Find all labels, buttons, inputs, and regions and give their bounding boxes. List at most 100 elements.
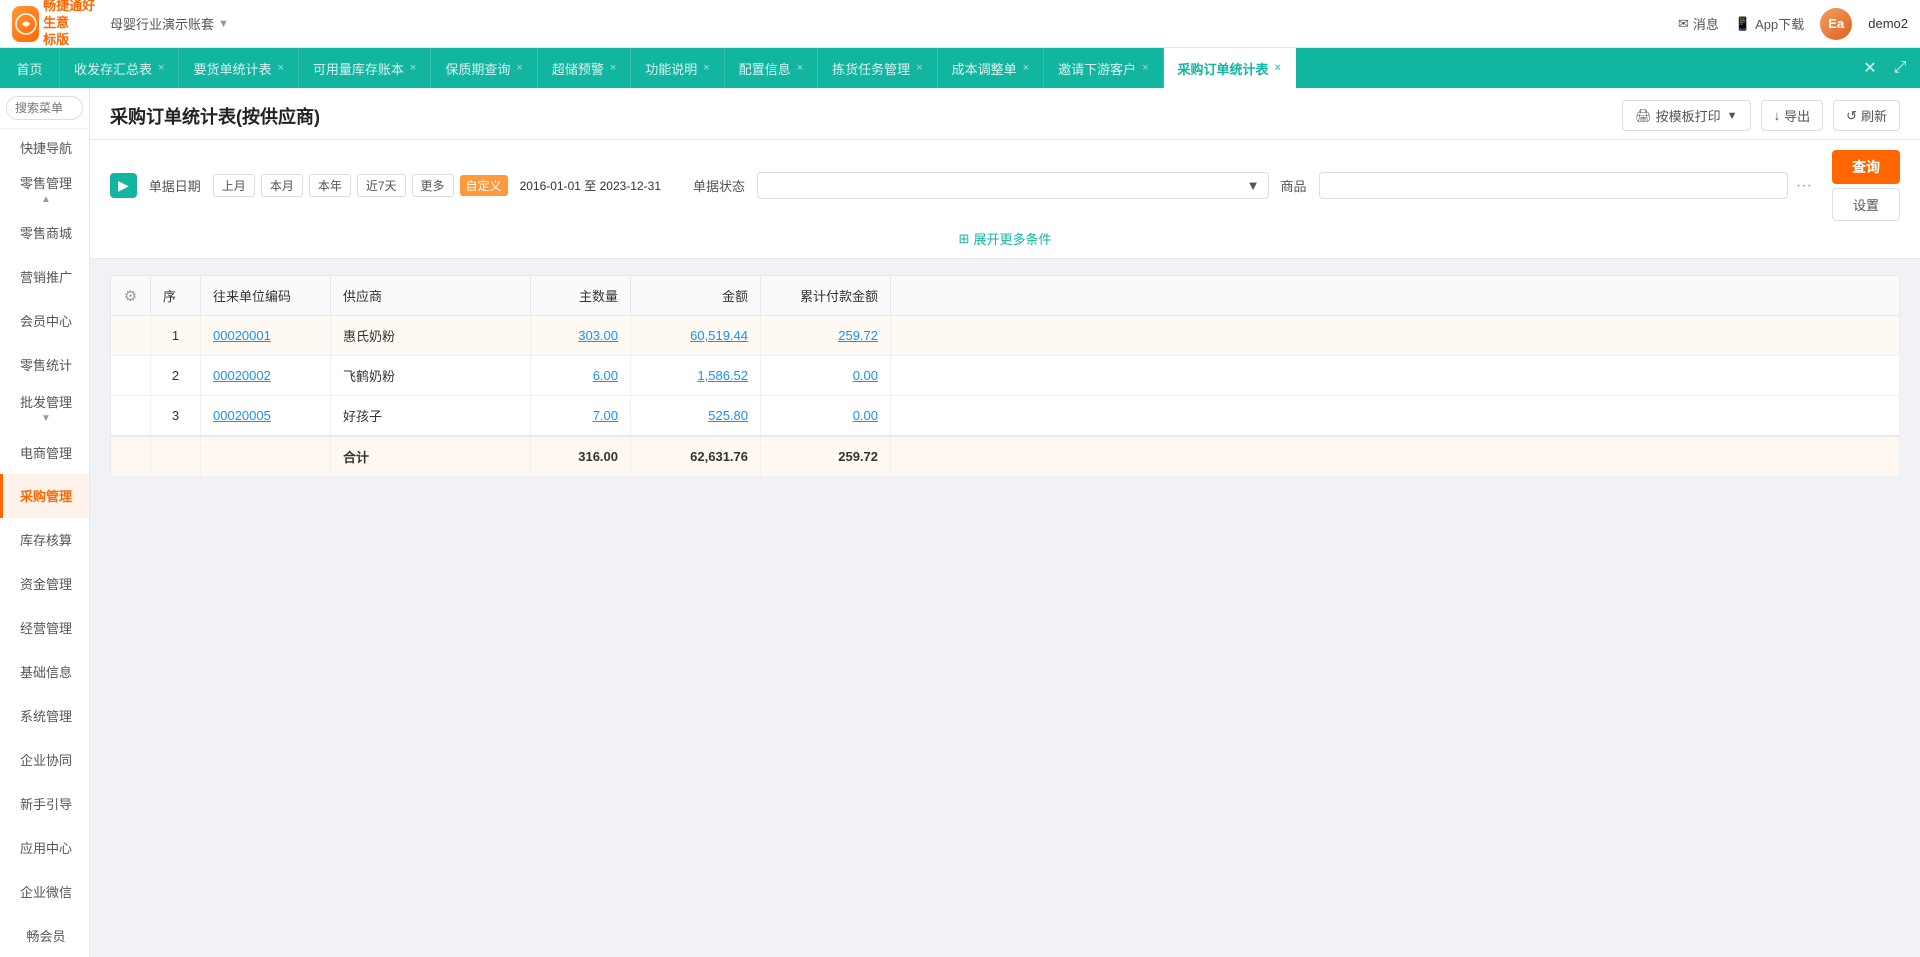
row-amount[interactable]: 1,586.52 bbox=[631, 356, 761, 396]
tab-expiry[interactable]: 保质期查询 × bbox=[431, 48, 537, 88]
sidebar-item-new-guide[interactable]: 新手引导 bbox=[0, 781, 89, 825]
date-btn-7days[interactable]: 近7天 bbox=[357, 174, 406, 197]
close-tab-expiry[interactable]: × bbox=[516, 62, 522, 74]
sidebar-item-label: 系统管理 bbox=[20, 706, 72, 725]
row-code[interactable]: 00020001 bbox=[201, 316, 331, 356]
sidebar-item-finance[interactable]: 资金管理 bbox=[0, 562, 89, 606]
tab-purchase-stat[interactable]: 采购订单统计表 × bbox=[1164, 48, 1296, 88]
row-supplier: 好孩子 bbox=[331, 396, 531, 437]
row-qty[interactable]: 6.00 bbox=[531, 356, 631, 396]
workspace-selector[interactable]: 母婴行业演示账套 ▼ bbox=[110, 14, 1678, 33]
close-tab-invite-down[interactable]: × bbox=[1142, 62, 1148, 74]
row-paid[interactable]: 0.00 bbox=[761, 356, 891, 396]
tab-config[interactable]: 配置信息 × bbox=[725, 48, 818, 88]
logo-icon bbox=[12, 6, 39, 42]
message-icon: ✉ bbox=[1678, 16, 1689, 32]
date-btn-last-month[interactable]: 上月 bbox=[213, 174, 255, 197]
export-button[interactable]: ↓ 导出 bbox=[1761, 100, 1824, 131]
date-btn-more[interactable]: 更多 bbox=[412, 174, 454, 197]
sidebar-item-stock-check[interactable]: 库存核算 bbox=[0, 518, 89, 562]
tab-goods-stat[interactable]: 要货单统计表 × bbox=[179, 48, 298, 88]
row-code[interactable]: 00020005 bbox=[201, 396, 331, 437]
expand-more-icon: ⊞ bbox=[959, 231, 970, 247]
query-button[interactable]: 查询 bbox=[1832, 150, 1900, 184]
sidebar-search-input[interactable] bbox=[6, 96, 83, 120]
settings-button[interactable]: 设置 bbox=[1832, 188, 1900, 221]
close-tab-goods-stat[interactable]: × bbox=[277, 62, 283, 74]
sidebar-item-label: 经营管理 bbox=[20, 618, 72, 637]
sidebar-item-sys-mgmt[interactable]: 系统管理 bbox=[0, 694, 89, 738]
filter-toggle-button[interactable]: ▶ bbox=[110, 173, 137, 198]
tab-func-desc[interactable]: 功能说明 × bbox=[631, 48, 724, 88]
tab-invite-down[interactable]: 邀请下游客户 × bbox=[1044, 48, 1163, 88]
goods-filter-input[interactable] bbox=[1319, 172, 1789, 199]
sidebar-item-batch-mgmt[interactable]: 批发管理 ▼ bbox=[0, 386, 89, 430]
close-tab-pick-task[interactable]: × bbox=[916, 62, 922, 74]
sidebar-item-basic-info[interactable]: 基础信息 bbox=[0, 650, 89, 694]
close-tab-purchase-stat[interactable]: × bbox=[1275, 62, 1281, 74]
sidebar: 快捷导航 零售管理 ▲ 零售商城 营销推广 会员中心 零售统计 批发管理 ▼ 电… bbox=[0, 88, 90, 957]
close-all-tabs-icon[interactable]: ✕ bbox=[1858, 58, 1882, 78]
col-settings: ⚙ bbox=[111, 276, 151, 316]
tab-overstock[interactable]: 超储预警 × bbox=[538, 48, 631, 88]
sidebar-item-marketing[interactable]: 营销推广 bbox=[0, 254, 89, 298]
row-code[interactable]: 00020002 bbox=[201, 356, 331, 396]
refresh-icon: ↺ bbox=[1846, 108, 1857, 124]
sidebar-item-retail-stat[interactable]: 零售统计 bbox=[0, 342, 89, 386]
expand-tabs-icon[interactable]: ⤢ bbox=[1888, 59, 1912, 77]
row-amount[interactable]: 525.80 bbox=[631, 396, 761, 437]
page-header: 采购订单统计表(按供应商) 🖨 按模板打印 ▼ ↓ 导出 ↺ 刷新 bbox=[90, 88, 1920, 140]
table-row: 3 00020005 好孩子 7.00 525.80 0.00 bbox=[111, 396, 1900, 437]
row-paid[interactable]: 0.00 bbox=[761, 396, 891, 437]
date-custom-badge: 自定义 bbox=[460, 175, 508, 196]
sidebar-item-retail-shop[interactable]: 零售商城 bbox=[0, 211, 89, 255]
close-tab-cost-adjust[interactable]: × bbox=[1023, 62, 1029, 74]
row-qty[interactable]: 303.00 bbox=[531, 316, 631, 356]
expand-more-button[interactable]: ⊞ 展开更多条件 bbox=[959, 229, 1052, 248]
col-rest-header bbox=[891, 276, 1900, 316]
tab-home[interactable]: 首页 bbox=[0, 48, 60, 88]
date-btn-this-year[interactable]: 本年 bbox=[309, 174, 351, 197]
column-settings-icon[interactable]: ⚙ bbox=[124, 288, 137, 305]
row-amount[interactable]: 60,519.44 bbox=[631, 316, 761, 356]
goods-filter-more-icon[interactable]: ··· bbox=[1796, 177, 1812, 195]
sidebar-item-ecom-mgmt[interactable]: 电商管理 bbox=[0, 430, 89, 474]
message-button[interactable]: ✉ 消息 bbox=[1678, 14, 1719, 33]
tab-avail-stock[interactable]: 可用量库存账本 × bbox=[299, 48, 431, 88]
tab-pick-task[interactable]: 拣货任务管理 × bbox=[818, 48, 937, 88]
username: demo2 bbox=[1868, 16, 1908, 31]
close-tab-avail-stock[interactable]: × bbox=[410, 62, 416, 74]
refresh-button[interactable]: ↺ 刷新 bbox=[1833, 100, 1900, 131]
row-qty[interactable]: 7.00 bbox=[531, 396, 631, 437]
download-icon: 📱 bbox=[1735, 16, 1751, 32]
tab-cost-adjust[interactable]: 成本调整单 × bbox=[938, 48, 1044, 88]
close-tab-config[interactable]: × bbox=[797, 62, 803, 74]
close-tab-collect-pay[interactable]: × bbox=[158, 62, 164, 74]
top-bar: 畅捷通好生意 标版 母婴行业演示账套 ▼ ✉ 消息 📱 App下载 Ea dem… bbox=[0, 0, 1920, 48]
sidebar-item-label: 营销推广 bbox=[20, 267, 72, 286]
sidebar-item-ops-mgmt[interactable]: 经营管理 bbox=[0, 606, 89, 650]
sidebar-item-purchase-mgmt[interactable]: 采购管理 bbox=[0, 474, 89, 518]
sidebar-item-enterprise-collab[interactable]: 企业协同 bbox=[0, 737, 89, 781]
content-area: 采购订单统计表(按供应商) 🖨 按模板打印 ▼ ↓ 导出 ↺ 刷新 bbox=[90, 88, 1920, 957]
row-paid[interactable]: 259.72 bbox=[761, 316, 891, 356]
sidebar-item-quick-nav[interactable]: 快捷导航 bbox=[0, 129, 89, 167]
sidebar-item-app-center[interactable]: 应用中心 bbox=[0, 825, 89, 869]
close-tab-overstock[interactable]: × bbox=[610, 62, 616, 74]
sidebar-item-label: 零售商城 bbox=[20, 223, 72, 242]
table-row: 2 00020002 飞鹤奶粉 6.00 1,586.52 0.00 bbox=[111, 356, 1900, 396]
sidebar-item-vip[interactable]: 畅会员 bbox=[0, 913, 89, 957]
print-button[interactable]: 🖨 按模板打印 ▼ bbox=[1622, 100, 1750, 131]
app-download-button[interactable]: 📱 App下载 bbox=[1735, 14, 1804, 33]
col-amount-header: 金额 bbox=[631, 276, 761, 316]
tab-collect-pay[interactable]: 收发存汇总表 × bbox=[60, 48, 179, 88]
date-btn-this-month[interactable]: 本月 bbox=[261, 174, 303, 197]
status-filter-select[interactable]: ▼ bbox=[757, 172, 1268, 199]
goods-filter-label: 商品 bbox=[1281, 176, 1307, 195]
sidebar-item-label: 会员中心 bbox=[20, 311, 72, 330]
sidebar-item-enterprise-wechat[interactable]: 企业微信 bbox=[0, 869, 89, 913]
sidebar-item-member-center[interactable]: 会员中心 bbox=[0, 298, 89, 342]
close-tab-func-desc[interactable]: × bbox=[703, 62, 709, 74]
sidebar-item-label: 电商管理 bbox=[20, 443, 72, 462]
sidebar-item-retail-mgmt[interactable]: 零售管理 ▲ bbox=[0, 167, 89, 211]
